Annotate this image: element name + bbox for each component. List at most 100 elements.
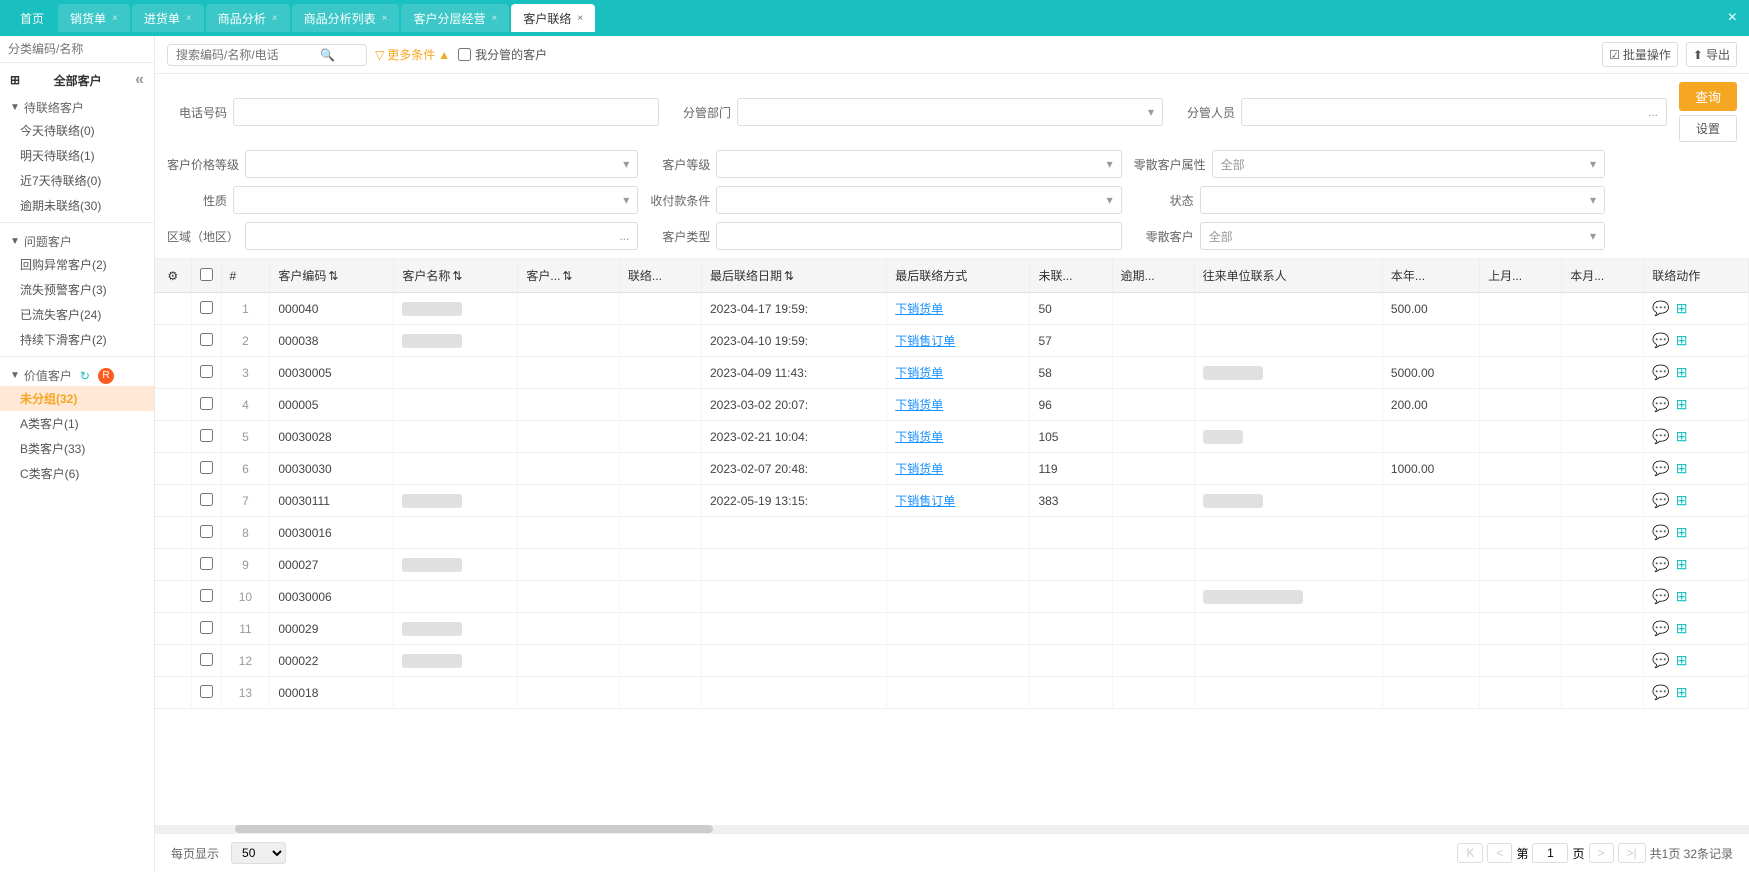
close-icon[interactable]: × bbox=[272, 13, 278, 24]
horizontal-scrollbar[interactable] bbox=[155, 825, 1749, 833]
grid-action-icon[interactable]: ⊞ bbox=[1676, 332, 1688, 349]
method-link[interactable]: 下销货单 bbox=[895, 398, 943, 412]
first-page-button[interactable]: K bbox=[1457, 843, 1483, 863]
tab-customer-contact[interactable]: 客户联络 × bbox=[511, 4, 595, 32]
method-link[interactable]: 下销货单 bbox=[895, 302, 943, 316]
message-icon[interactable]: 💬 bbox=[1652, 300, 1669, 317]
problem-group-label[interactable]: ▼ 问题客户 bbox=[0, 227, 154, 252]
col-contact-person[interactable]: 联络... bbox=[619, 259, 701, 293]
col-last-contact-method[interactable]: 最后联络方式 bbox=[887, 259, 1030, 293]
row-checkbox[interactable] bbox=[200, 397, 213, 410]
customer-level-select[interactable]: ▾ bbox=[716, 150, 1121, 178]
close-all-tabs-button[interactable]: × bbox=[1724, 5, 1741, 31]
grid-action-icon[interactable]: ⊞ bbox=[1676, 396, 1688, 413]
grid-action-icon[interactable]: ⊞ bbox=[1676, 556, 1688, 573]
export-button[interactable]: ⬆ 导出 bbox=[1686, 42, 1737, 67]
method-link[interactable]: 下销货单 bbox=[895, 462, 943, 476]
sidebar-item-tomorrow-pending[interactable]: 明天待联络(1) bbox=[0, 143, 154, 168]
tab-product-analysis-list[interactable]: 商品分析列表 × bbox=[292, 4, 400, 32]
col-code[interactable]: 客户编码⇅ bbox=[270, 259, 394, 293]
row-checkbox[interactable] bbox=[200, 461, 213, 474]
search-icon[interactable]: 🔍 bbox=[320, 48, 335, 62]
sidebar-item-abnormal[interactable]: 回购异常客户(2) bbox=[0, 252, 154, 277]
sidebar-item-class-a[interactable]: A类客户(1) bbox=[0, 411, 154, 436]
more-filters-button[interactable]: ▽ 更多条件 ▲ bbox=[375, 46, 450, 63]
batch-op-button[interactable]: ☑ 批量操作 bbox=[1602, 42, 1678, 67]
collapse-icon[interactable]: « bbox=[135, 71, 144, 89]
retail-attr-select[interactable]: 全部▾ bbox=[1212, 150, 1605, 178]
close-icon[interactable]: × bbox=[382, 13, 388, 24]
prev-page-button[interactable]: < bbox=[1487, 843, 1512, 863]
col-unit-contact[interactable]: 往来单位联系人 bbox=[1194, 259, 1382, 293]
tab-home[interactable]: 首页 bbox=[8, 4, 56, 32]
grid-action-icon[interactable]: ⊞ bbox=[1676, 364, 1688, 381]
col-last-contact-date[interactable]: 最后联络日期⇅ bbox=[702, 259, 887, 293]
col-settings[interactable]: ⚙ bbox=[155, 259, 191, 293]
message-icon[interactable]: 💬 bbox=[1652, 620, 1669, 637]
grid-action-icon[interactable]: ⊞ bbox=[1676, 684, 1688, 701]
row-checkbox[interactable] bbox=[200, 333, 213, 346]
sidebar-item-today-pending[interactable]: 今天待联络(0) bbox=[0, 118, 154, 143]
tab-sales-order[interactable]: 销货单 × bbox=[58, 4, 130, 32]
col-this-month[interactable]: 本月... bbox=[1562, 259, 1644, 293]
message-icon[interactable]: 💬 bbox=[1652, 364, 1669, 381]
row-checkbox[interactable] bbox=[200, 685, 213, 698]
select-all-checkbox[interactable] bbox=[200, 268, 213, 281]
grid-action-icon[interactable]: ⊞ bbox=[1676, 620, 1688, 637]
close-icon[interactable]: × bbox=[112, 13, 118, 24]
sidebar-item-declining[interactable]: 持续下滑客户(2) bbox=[0, 327, 154, 352]
method-link[interactable]: 下销货单 bbox=[895, 430, 943, 444]
col-this-year[interactable]: 本年... bbox=[1382, 259, 1479, 293]
sidebar-search-input[interactable] bbox=[8, 42, 155, 56]
close-icon[interactable]: × bbox=[491, 13, 497, 24]
message-icon[interactable]: 💬 bbox=[1652, 460, 1669, 477]
row-checkbox[interactable] bbox=[200, 653, 213, 666]
message-icon[interactable]: 💬 bbox=[1652, 684, 1669, 701]
nature-select[interactable]: ▾ bbox=[233, 186, 638, 214]
person-input[interactable]: ... bbox=[1241, 98, 1667, 126]
col-customer-type[interactable]: 客户...⇅ bbox=[518, 259, 620, 293]
col-unlisted[interactable]: 未联... bbox=[1030, 259, 1112, 293]
my-customers-checkbox[interactable] bbox=[458, 48, 471, 61]
grid-action-icon[interactable]: ⊞ bbox=[1676, 524, 1688, 541]
sidebar-item-overdue-pending[interactable]: 逾期未联络(30) bbox=[0, 193, 154, 218]
dept-select[interactable]: ▾ bbox=[737, 98, 1163, 126]
customer-type-select[interactable] bbox=[716, 222, 1121, 250]
page-size-select[interactable]: 50 100 bbox=[231, 842, 286, 864]
sidebar-item-class-b[interactable]: B类客户(33) bbox=[0, 436, 154, 461]
row-checkbox[interactable] bbox=[200, 525, 213, 538]
sidebar-item-class-c[interactable]: C类客户(6) bbox=[0, 461, 154, 486]
row-checkbox[interactable] bbox=[200, 557, 213, 570]
my-customers-filter[interactable]: 我分管的客户 bbox=[458, 46, 547, 63]
retail-customer-select[interactable]: 全部▾ bbox=[1200, 222, 1605, 250]
status-select[interactable]: ▾ bbox=[1200, 186, 1605, 214]
message-icon[interactable]: 💬 bbox=[1652, 524, 1669, 541]
tab-purchase-order[interactable]: 进货单 × bbox=[132, 4, 204, 32]
message-icon[interactable]: 💬 bbox=[1652, 428, 1669, 445]
row-checkbox[interactable] bbox=[200, 493, 213, 506]
close-icon[interactable]: × bbox=[186, 13, 192, 24]
method-link[interactable]: 下销货单 bbox=[895, 366, 943, 380]
sidebar-item-week-pending[interactable]: 近7天待联络(0) bbox=[0, 168, 154, 193]
grid-action-icon[interactable]: ⊞ bbox=[1676, 460, 1688, 477]
scrollbar-thumb[interactable] bbox=[235, 825, 713, 833]
page-number-input[interactable] bbox=[1532, 843, 1568, 863]
grid-action-icon[interactable]: ⊞ bbox=[1676, 428, 1688, 445]
search-input[interactable] bbox=[176, 48, 316, 62]
message-icon[interactable]: 💬 bbox=[1652, 556, 1669, 573]
row-checkbox[interactable] bbox=[200, 365, 213, 378]
price-level-select[interactable]: ▾ bbox=[245, 150, 638, 178]
phone-input[interactable] bbox=[233, 98, 659, 126]
query-button[interactable]: 查询 bbox=[1679, 82, 1737, 111]
message-icon[interactable]: 💬 bbox=[1652, 396, 1669, 413]
grid-action-icon[interactable]: ⊞ bbox=[1676, 300, 1688, 317]
close-icon[interactable]: × bbox=[577, 13, 583, 24]
all-customers-header[interactable]: ⊞ 全部客户 « bbox=[0, 63, 154, 93]
row-checkbox[interactable] bbox=[200, 301, 213, 314]
pending-group-label[interactable]: ▼ 待联络客户 bbox=[0, 93, 154, 118]
sidebar-item-unclassified[interactable]: 未分组(32) bbox=[0, 386, 154, 411]
tab-customer-tier[interactable]: 客户分层经营 × bbox=[401, 4, 509, 32]
region-input[interactable]: ... bbox=[245, 222, 638, 250]
col-last-month[interactable]: 上月... bbox=[1480, 259, 1562, 293]
message-icon[interactable]: 💬 bbox=[1652, 652, 1669, 669]
